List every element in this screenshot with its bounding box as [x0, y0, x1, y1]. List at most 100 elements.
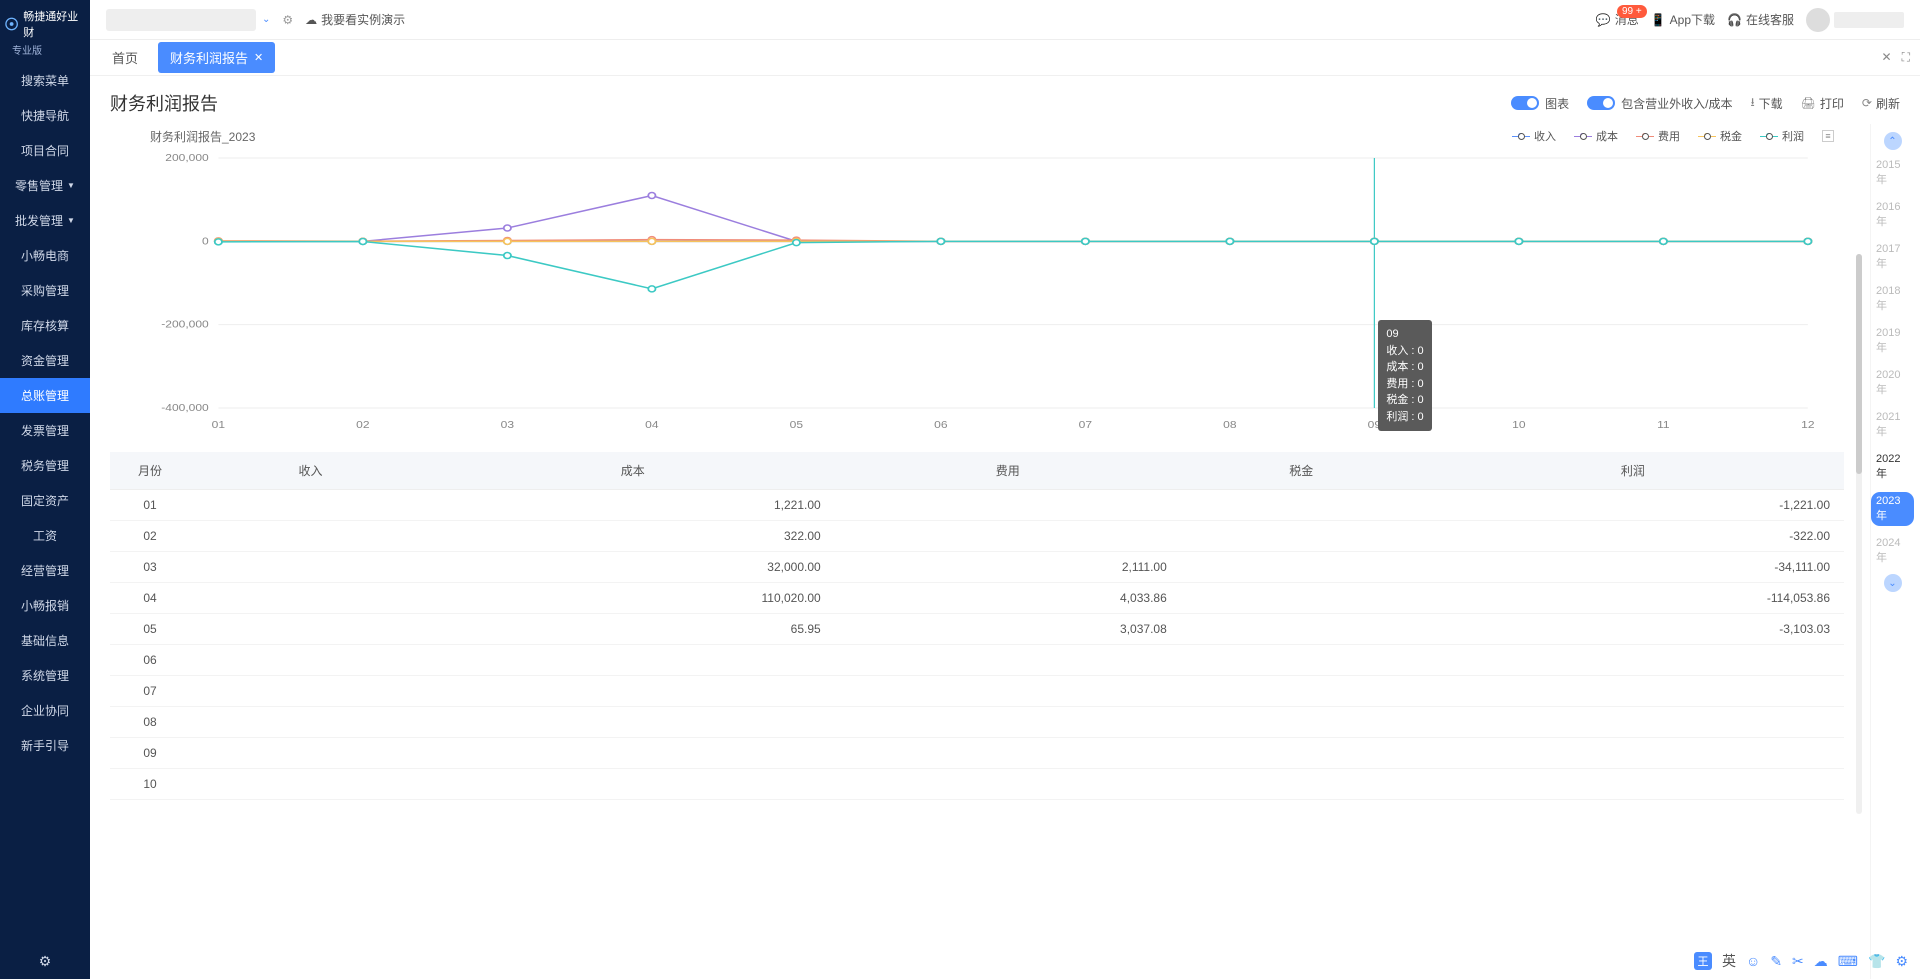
- year-down-button[interactable]: ⌄: [1884, 574, 1902, 592]
- legend-item[interactable]: 税金: [1698, 128, 1742, 144]
- print-label: 打印: [1820, 95, 1844, 112]
- close-icon[interactable]: ✕: [254, 51, 263, 64]
- ime-lang[interactable]: 英: [1722, 951, 1736, 971]
- sidebar-item-18[interactable]: 企业协同: [0, 693, 90, 728]
- toggle-chart[interactable]: 图表: [1511, 95, 1569, 112]
- cell-tax: [1181, 521, 1422, 552]
- ime-shirt-icon[interactable]: 👕: [1868, 953, 1885, 970]
- cell-profit: [1422, 645, 1844, 676]
- legend-item[interactable]: 利润: [1760, 128, 1804, 144]
- cell-tax: [1181, 738, 1422, 769]
- sidebar-item-13[interactable]: 工资: [0, 518, 90, 553]
- sidebar-item-14[interactable]: 经营管理: [0, 553, 90, 588]
- ime-edit-icon[interactable]: ✎: [1770, 953, 1782, 970]
- cell-cost: 322.00: [431, 521, 835, 552]
- year-option[interactable]: 2021年: [1871, 408, 1914, 442]
- sidebar-item-label: 总账管理: [21, 387, 69, 404]
- sidebar-item-2[interactable]: 项目合同: [0, 133, 90, 168]
- year-option[interactable]: 2019年: [1871, 324, 1914, 358]
- sidebar-item-19[interactable]: 新手引导: [0, 728, 90, 763]
- app-download-button[interactable]: 📱 App下载: [1651, 11, 1715, 28]
- cell-fee: [835, 676, 1181, 707]
- tabs-close-all-icon[interactable]: ✕: [1882, 50, 1892, 65]
- chevron-down-icon: ⌄: [262, 14, 270, 25]
- headset-icon: 🎧: [1727, 13, 1742, 27]
- sidebar-item-10[interactable]: 发票管理: [0, 413, 90, 448]
- sidebar-item-15[interactable]: 小畅报销: [0, 588, 90, 623]
- legend-toggle-icon[interactable]: ≡: [1822, 130, 1834, 142]
- ime-scissors-icon[interactable]: ✂: [1792, 953, 1804, 970]
- table-row: 011,221.00-1,221.00: [110, 490, 1844, 521]
- cell-fee: 3,037.08: [835, 614, 1181, 645]
- sidebar-item-label: 批发管理: [15, 212, 63, 229]
- tab-home[interactable]: 首页: [100, 42, 150, 73]
- brand-icon: [4, 16, 19, 32]
- sidebar-item-17[interactable]: 系统管理: [0, 658, 90, 693]
- cell-month: 10: [110, 769, 190, 800]
- cell-tax: [1181, 490, 1422, 521]
- col-header: 税金: [1181, 452, 1422, 490]
- app-download-label: App下载: [1670, 11, 1715, 28]
- cell-income: [190, 645, 431, 676]
- year-option[interactable]: 2015年: [1871, 156, 1914, 190]
- year-rail: ⌃ 2015年 2016年 2017年 2018年 2019年 2020年 2021年 202…: [1870, 124, 1914, 979]
- settings-icon[interactable]: ⚙: [39, 953, 52, 970]
- legend-marker: [1574, 136, 1592, 137]
- cell-fee: 2,111.00: [835, 552, 1181, 583]
- year-option[interactable]: 2018年: [1871, 282, 1914, 316]
- data-table-wrap[interactable]: 月份收入成本费用税金利润 011,221.00-1,221.0002322.00…: [110, 452, 1864, 979]
- legend-item[interactable]: 收入: [1512, 128, 1556, 144]
- chart[interactable]: 200,0000-200,000-400,0000102030405060708…: [110, 148, 1844, 438]
- demo-link[interactable]: ☁ 我要看实例演示: [305, 11, 405, 28]
- org-selector[interactable]: ⌄: [106, 9, 270, 31]
- chevron-down-icon: ▼: [67, 181, 75, 190]
- messages-button[interactable]: 💬 消息 99 +: [1596, 11, 1639, 28]
- refresh-button[interactable]: ⟳刷新: [1862, 95, 1900, 112]
- sidebar-item-11[interactable]: 税务管理: [0, 448, 90, 483]
- sidebar-item-4[interactable]: 批发管理▼: [0, 203, 90, 238]
- tab-report[interactable]: 财务利润报告 ✕: [158, 42, 275, 73]
- sidebar-item-5[interactable]: 小畅电商: [0, 238, 90, 273]
- year-up-button[interactable]: ⌃: [1884, 132, 1902, 150]
- year-option[interactable]: 2023年: [1871, 492, 1914, 526]
- year-option[interactable]: 2017年: [1871, 240, 1914, 274]
- ime-cloud-icon[interactable]: ☁: [1814, 953, 1828, 970]
- sidebar-item-8[interactable]: 资金管理: [0, 343, 90, 378]
- svg-text:0: 0: [202, 236, 209, 247]
- sidebar-item-9[interactable]: 总账管理: [0, 378, 90, 413]
- sidebar-item-label: 资金管理: [21, 352, 69, 369]
- col-header: 成本: [431, 452, 835, 490]
- legend-item[interactable]: 成本: [1574, 128, 1618, 144]
- year-option[interactable]: 2024年: [1871, 534, 1914, 568]
- ime-bar[interactable]: 王 英 ☺ ✎ ✂ ☁ ⌨ 👕 ⚙: [1694, 951, 1908, 971]
- legend-label: 收入: [1534, 128, 1556, 144]
- fullscreen-icon[interactable]: ⛶: [1902, 50, 1910, 65]
- toggle-extra[interactable]: 包含营业外收入/成本: [1587, 95, 1732, 112]
- sidebar-item-7[interactable]: 库存核算: [0, 308, 90, 343]
- sidebar-item-16[interactable]: 基础信息: [0, 623, 90, 658]
- cell-profit: -114,053.86: [1422, 583, 1844, 614]
- sidebar-item-3[interactable]: 零售管理▼: [0, 168, 90, 203]
- legend-item[interactable]: 费用: [1636, 128, 1680, 144]
- year-option[interactable]: 2022年: [1871, 450, 1914, 484]
- sidebar-item-0[interactable]: 搜索菜单: [0, 63, 90, 98]
- sidebar-item-12[interactable]: 固定资产: [0, 483, 90, 518]
- sidebar-item-1[interactable]: 快捷导航: [0, 98, 90, 133]
- ime-emoji-icon[interactable]: ☺: [1746, 953, 1760, 969]
- ime-settings-icon[interactable]: ⚙: [1895, 953, 1908, 970]
- vertical-scrollbar[interactable]: [1856, 254, 1862, 814]
- cell-month: 05: [110, 614, 190, 645]
- svg-text:11: 11: [1657, 420, 1669, 431]
- cell-tax: [1181, 769, 1422, 800]
- org-settings-icon[interactable]: ⚙: [282, 13, 293, 27]
- support-button[interactable]: 🎧 在线客服: [1727, 11, 1794, 28]
- sidebar-item-6[interactable]: 采购管理: [0, 273, 90, 308]
- ime-keyboard-icon[interactable]: ⌨: [1838, 953, 1858, 970]
- download-button[interactable]: ⭳下载: [1750, 93, 1782, 114]
- print-button[interactable]: 🖨打印: [1801, 95, 1844, 112]
- year-option[interactable]: 2016年: [1871, 198, 1914, 232]
- year-option[interactable]: 2020年: [1871, 366, 1914, 400]
- user-menu[interactable]: [1806, 8, 1904, 32]
- svg-text:08: 08: [1223, 420, 1236, 431]
- ime-engine-icon[interactable]: 王: [1694, 952, 1712, 970]
